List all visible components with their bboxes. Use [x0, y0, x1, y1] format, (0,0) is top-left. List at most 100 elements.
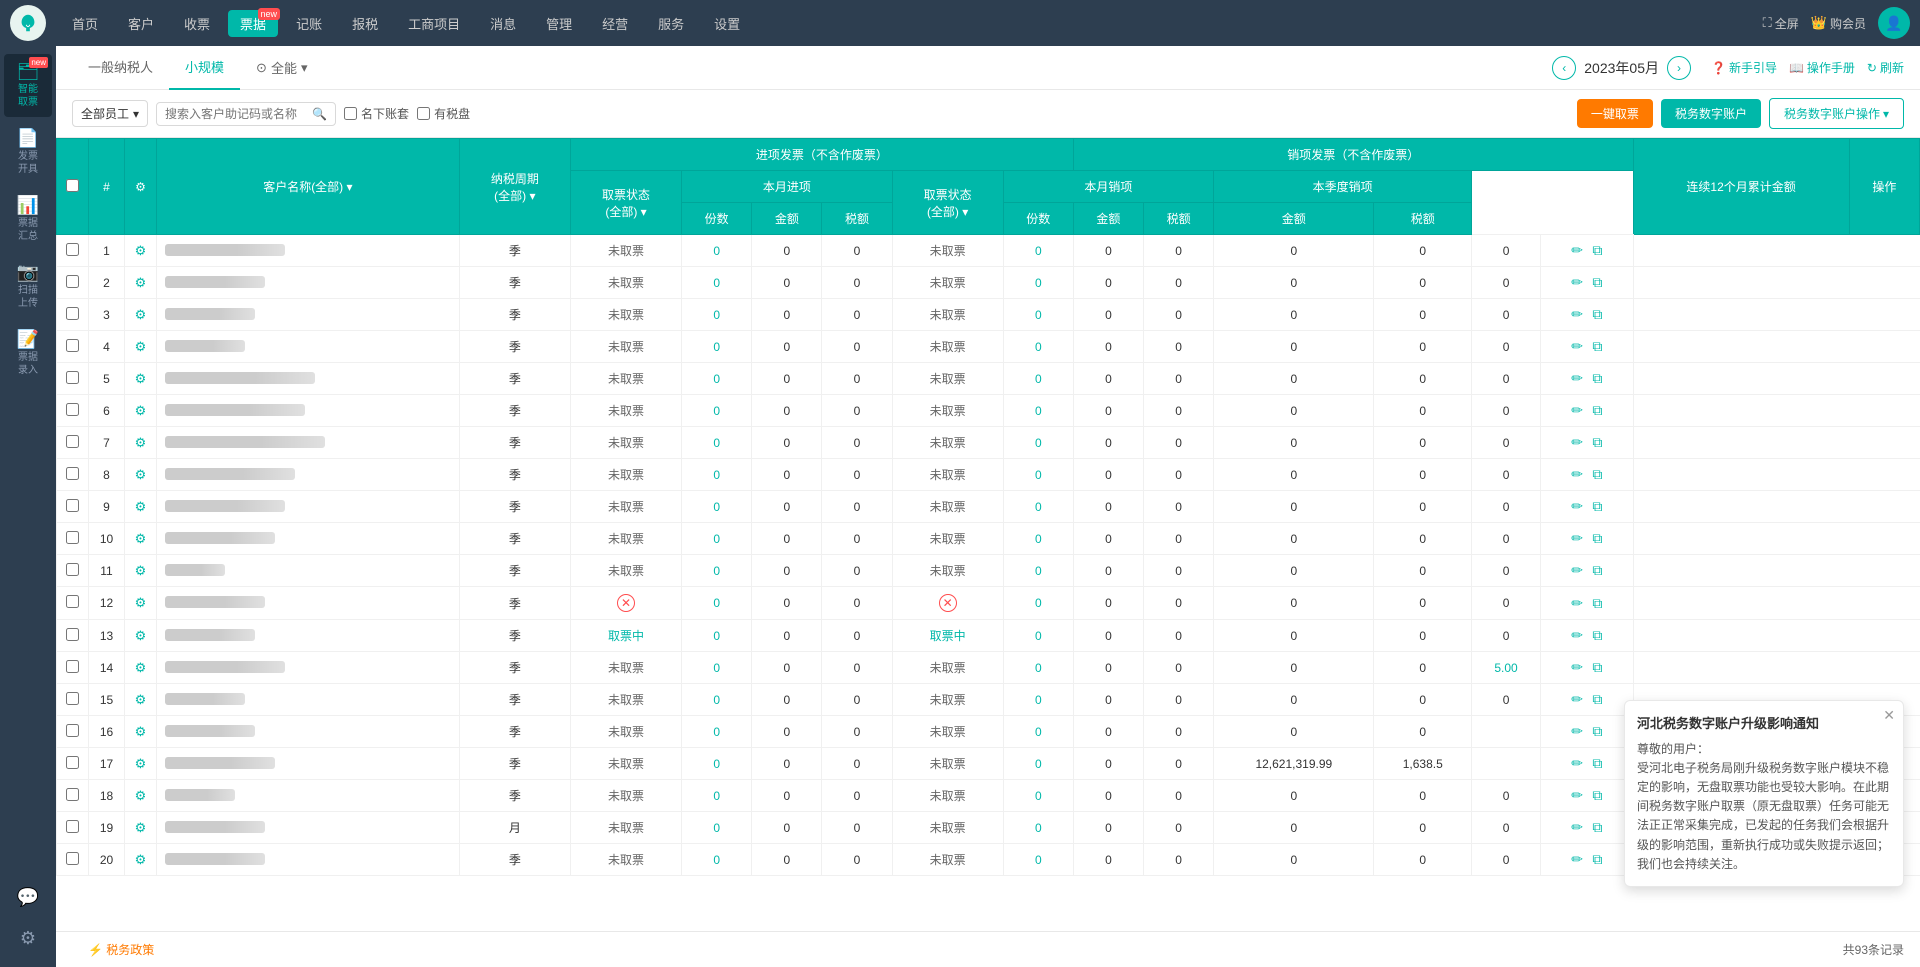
sidebar-item-invoice-open[interactable]: 📄 发票开具 — [4, 121, 52, 184]
edit-icon[interactable]: ✏ — [1571, 466, 1583, 482]
row-checkbox[interactable] — [66, 660, 79, 673]
employee-filter[interactable]: 全部员工 ▾ — [72, 100, 148, 127]
sidebar-item-scan[interactable]: 📷 扫描上传 — [4, 255, 52, 318]
edit-icon[interactable]: ✏ — [1571, 242, 1583, 258]
copy-icon[interactable]: ⧉ — [1592, 274, 1602, 290]
row-icon[interactable]: ⚙ — [135, 563, 147, 578]
row-icon[interactable]: ⚙ — [135, 788, 147, 803]
row-icon[interactable]: ⚙ — [135, 243, 147, 258]
nav-bookkeeping[interactable]: 记账 — [284, 10, 334, 37]
my-accounts-checkbox-label[interactable]: 名下账套 — [344, 105, 409, 122]
edit-icon[interactable]: ✏ — [1571, 819, 1583, 835]
nav-message[interactable]: 消息 — [478, 10, 528, 37]
edit-icon[interactable]: ✏ — [1571, 787, 1583, 803]
my-accounts-checkbox[interactable] — [344, 107, 357, 120]
notification-close-btn[interactable]: ✕ — [1883, 707, 1895, 724]
copy-icon[interactable]: ⧉ — [1592, 691, 1602, 707]
filter-icon3[interactable]: ▾ — [641, 205, 647, 219]
row-customer-name[interactable] — [157, 684, 460, 716]
row-icon[interactable]: ⚙ — [135, 692, 147, 707]
copy-icon[interactable]: ⧉ — [1592, 787, 1602, 803]
row-checkbox[interactable] — [66, 628, 79, 641]
sidebar-item-summary[interactable]: 📊 票据汇总 — [4, 188, 52, 251]
edit-icon[interactable]: ✏ — [1571, 851, 1583, 867]
row-checkbox[interactable] — [66, 339, 79, 352]
member-btn[interactable]: 👑 购会员 — [1811, 15, 1866, 32]
nav-operate[interactable]: 经营 — [590, 10, 640, 37]
manual-btn[interactable]: 📖 操作手册 — [1789, 59, 1855, 76]
row-checkbox[interactable] — [66, 403, 79, 416]
row-customer-name[interactable] — [157, 587, 460, 620]
one-click-fetch-btn[interactable]: 一键取票 — [1577, 99, 1653, 128]
row-icon[interactable]: ⚙ — [135, 435, 147, 450]
edit-icon[interactable]: ✏ — [1571, 498, 1583, 514]
copy-icon[interactable]: ⧉ — [1592, 659, 1602, 675]
nav-service[interactable]: 服务 — [646, 10, 696, 37]
row-icon[interactable]: ⚙ — [135, 595, 147, 610]
search-input[interactable] — [165, 107, 312, 121]
row-checkbox[interactable] — [66, 788, 79, 801]
row-customer-name[interactable] — [157, 523, 460, 555]
row-checkbox[interactable] — [66, 499, 79, 512]
edit-icon[interactable]: ✏ — [1571, 595, 1583, 611]
refresh-btn[interactable]: ↻ 刷新 — [1867, 59, 1904, 76]
row-icon[interactable]: ⚙ — [135, 660, 147, 675]
sidebar-item-config[interactable]: ⚙ — [4, 920, 52, 957]
tab-small-scale[interactable]: 小规模 — [169, 46, 240, 90]
edit-icon[interactable]: ✏ — [1571, 530, 1583, 546]
avatar[interactable]: 👤 — [1878, 7, 1910, 39]
select-all-checkbox[interactable] — [66, 179, 79, 192]
row-icon[interactable]: ⚙ — [135, 820, 147, 835]
edit-icon[interactable]: ✏ — [1571, 402, 1583, 418]
edit-icon[interactable]: ✏ — [1571, 370, 1583, 386]
copy-icon[interactable]: ⧉ — [1592, 851, 1602, 867]
copy-icon[interactable]: ⧉ — [1592, 498, 1602, 514]
copy-icon[interactable]: ⧉ — [1592, 530, 1602, 546]
row-checkbox[interactable] — [66, 371, 79, 384]
row-icon[interactable]: ⚙ — [135, 371, 147, 386]
copy-icon[interactable]: ⧉ — [1592, 627, 1602, 643]
row-icon[interactable]: ⚙ — [135, 339, 147, 354]
row-customer-name[interactable] — [157, 812, 460, 844]
row-customer-name[interactable] — [157, 459, 460, 491]
tax-digital-account-btn[interactable]: 税务数字账户 — [1661, 99, 1761, 128]
search-icon[interactable]: 🔍 — [312, 107, 327, 121]
tax-policy-link[interactable]: ⚡ 税务政策 — [72, 935, 170, 964]
app-logo[interactable] — [10, 5, 46, 41]
row-icon[interactable]: ⚙ — [135, 628, 147, 643]
copy-icon[interactable]: ⧉ — [1592, 402, 1602, 418]
edit-icon[interactable]: ✏ — [1571, 723, 1583, 739]
row-checkbox[interactable] — [66, 307, 79, 320]
filter-icon2[interactable]: ▾ — [529, 189, 535, 203]
next-month-btn[interactable]: › — [1667, 56, 1691, 80]
edit-icon[interactable]: ✏ — [1571, 306, 1583, 322]
sidebar-item-message[interactable]: 💬 — [4, 879, 52, 916]
row-icon[interactable]: ⚙ — [135, 499, 147, 514]
row-icon[interactable]: ⚙ — [135, 275, 147, 290]
copy-icon[interactable]: ⧉ — [1592, 434, 1602, 450]
row-customer-name[interactable] — [157, 363, 460, 395]
edit-icon[interactable]: ✏ — [1571, 434, 1583, 450]
edit-icon[interactable]: ✏ — [1571, 274, 1583, 290]
copy-icon[interactable]: ⧉ — [1592, 595, 1602, 611]
row-checkbox[interactable] — [66, 724, 79, 737]
row-checkbox[interactable] — [66, 852, 79, 865]
new-guide-btn[interactable]: ❓ 新手引导 — [1711, 59, 1777, 76]
has-taxbox-checkbox[interactable] — [417, 107, 430, 120]
tab-general-taxpayer[interactable]: 一般纳税人 — [72, 46, 169, 90]
row-checkbox[interactable] — [66, 243, 79, 256]
nav-invoice[interactable]: 票据 new — [228, 10, 278, 37]
row-checkbox[interactable] — [66, 756, 79, 769]
row-icon[interactable]: ⚙ — [135, 403, 147, 418]
row-customer-name[interactable] — [157, 844, 460, 876]
row-checkbox[interactable] — [66, 692, 79, 705]
edit-icon[interactable]: ✏ — [1571, 659, 1583, 675]
copy-icon[interactable]: ⧉ — [1592, 370, 1602, 386]
row-icon[interactable]: ⚙ — [135, 307, 147, 322]
nav-business[interactable]: 工商项目 — [396, 10, 472, 37]
setting-icon[interactable]: ⚙ — [135, 180, 146, 194]
copy-icon[interactable]: ⧉ — [1592, 755, 1602, 771]
row-checkbox[interactable] — [66, 467, 79, 480]
row-icon[interactable]: ⚙ — [135, 467, 147, 482]
copy-icon[interactable]: ⧉ — [1592, 242, 1602, 258]
